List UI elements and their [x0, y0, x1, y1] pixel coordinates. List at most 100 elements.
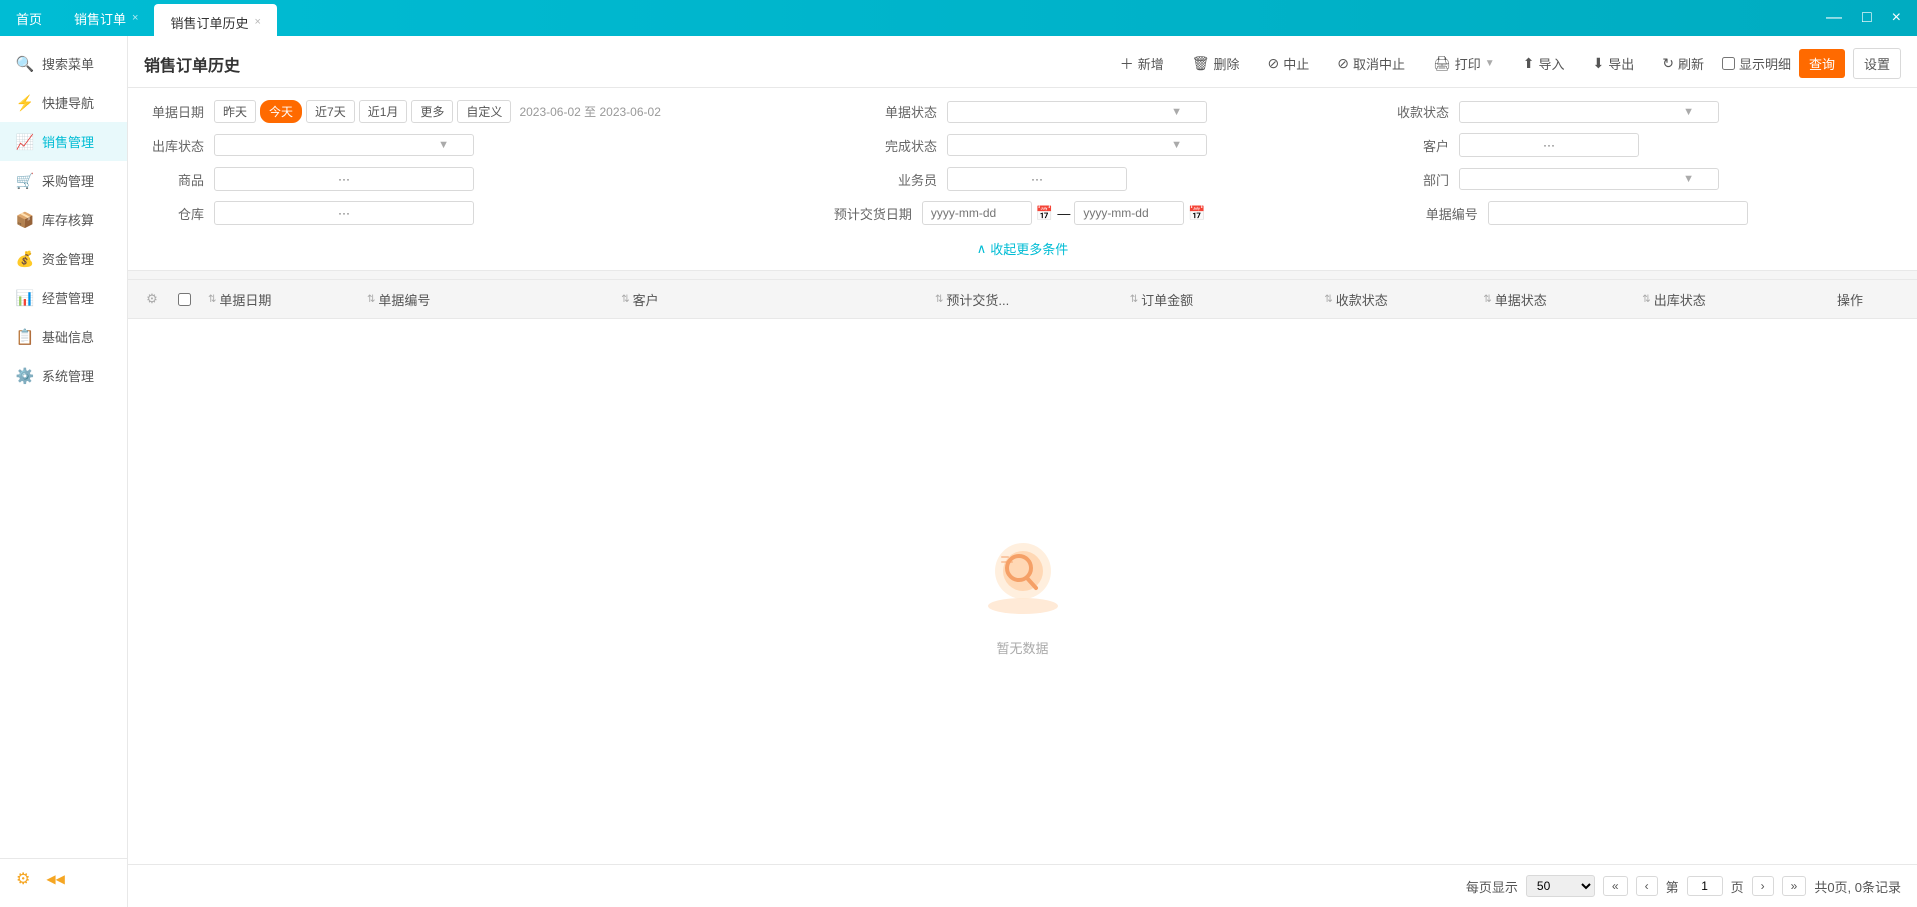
sort-payment-icon: ⇅ — [1324, 294, 1332, 305]
th-delivery-status[interactable]: ⇅ 出库状态 — [1634, 290, 1829, 309]
stop-button[interactable]: ⊘ 中止 — [1258, 49, 1320, 78]
date-btn-custom[interactable]: 自定义 — [457, 100, 511, 123]
last-page-button[interactable]: » — [1782, 876, 1807, 896]
tab-home[interactable]: 首页 — [0, 0, 58, 36]
empty-illustration — [973, 526, 1073, 626]
next-page-button[interactable]: › — [1752, 876, 1774, 896]
customer-select-btn[interactable]: ··· — [1459, 133, 1639, 157]
sidebar-item-basic-info[interactable]: 📋 基础信息 — [0, 317, 127, 356]
th-date[interactable]: ⇅ 单据日期 — [200, 290, 359, 309]
complete-status-select[interactable]: ▼ — [947, 134, 1207, 156]
total-text: 共0页, 0条记录 — [1814, 877, 1901, 896]
page-input[interactable] — [1687, 876, 1723, 896]
settings-button[interactable]: 设置 — [1853, 48, 1901, 79]
page-size-select[interactable]: 50 20 100 — [1526, 875, 1595, 897]
th-date-label: 单据日期 — [219, 290, 271, 309]
sidebar-item-capital-mgmt[interactable]: 💰 资金管理 — [0, 239, 127, 278]
no-data-svg — [973, 526, 1073, 626]
order-status-select[interactable]: ▼ — [947, 101, 1207, 123]
import-label: 导入 — [1538, 54, 1564, 73]
select-all-checkbox[interactable] — [178, 293, 191, 306]
export-button[interactable]: ⬇ 导出 — [1582, 49, 1644, 78]
export-icon: ⬇ — [1592, 55, 1604, 72]
salesman-select-btn[interactable]: ··· — [947, 167, 1127, 191]
first-page-button[interactable]: « — [1603, 876, 1628, 896]
search-menu-icon: 🔍 — [16, 55, 34, 73]
tab-sales-order-history[interactable]: 销售订单历史 × — [154, 4, 276, 40]
date-btn-last1m[interactable]: 近1月 — [359, 100, 408, 123]
prev-page-button[interactable]: ‹ — [1636, 876, 1658, 896]
th-payment[interactable]: ⇅ 收款状态 — [1316, 290, 1475, 309]
toolbar: ＋ 新增 🗑 删除 ⊘ 中止 ⊘ 取消中止 🖨 打印 — [1110, 48, 1901, 79]
sidebar-item-business-mgmt[interactable]: 📊 经营管理 — [0, 278, 127, 317]
th-customer[interactable]: ⇅ 客户 — [613, 290, 927, 309]
th-order-status[interactable]: ⇅ 单据状态 — [1475, 290, 1634, 309]
window-maximize-button[interactable]: □ — [1854, 9, 1880, 27]
delivery-date-control: 📅 — 📅 — [922, 201, 1418, 225]
new-label: 新增 — [1138, 54, 1164, 73]
purchase-mgmt-icon: 🛒 — [16, 172, 34, 190]
stop-label: 中止 — [1283, 54, 1309, 73]
query-button[interactable]: 查询 — [1799, 49, 1845, 78]
tab-list: 首页 销售订单 × 销售订单历史 × — [0, 0, 1818, 36]
collapse-label: 收起更多条件 — [990, 239, 1068, 258]
date-btn-more[interactable]: 更多 — [411, 100, 453, 123]
date-btn-last7[interactable]: 近7天 — [306, 100, 355, 123]
page-unit: 页 — [1731, 877, 1744, 896]
th-payment-label: 收款状态 — [1336, 290, 1388, 309]
warehouse-control: ··· — [214, 201, 834, 225]
date-btn-yesterday[interactable]: 昨天 — [214, 100, 256, 123]
th-amount[interactable]: ⇅ 订单金额 — [1122, 290, 1317, 309]
page-size-label: 每页显示 — [1466, 877, 1518, 896]
sidebar-item-sys-mgmt[interactable]: ⚙️ 系统管理 — [0, 356, 127, 395]
import-button[interactable]: ⬆ 导入 — [1513, 49, 1575, 78]
sidebar-item-quick-nav[interactable]: ⚡ 快捷导航 — [0, 83, 127, 122]
payment-status-select[interactable]: ▼ — [1459, 101, 1719, 123]
goods-control: ··· — [214, 167, 877, 191]
complete-status-control: ▼ — [947, 134, 1389, 156]
cancel-stop-button[interactable]: ⊘ 取消中止 — [1327, 49, 1415, 78]
sort-delivery2-icon: ⇅ — [1642, 294, 1650, 305]
complete-status-arrow: ▼ — [1171, 139, 1182, 151]
collapse-more[interactable]: ∧ 收起更多条件 — [144, 235, 1901, 258]
calendar-end-icon[interactable]: 📅 — [1188, 205, 1205, 222]
sidebar-item-sales-mgmt[interactable]: 📈 销售管理 — [0, 122, 127, 161]
goods-select-btn[interactable]: ··· — [214, 167, 474, 191]
sidebar-item-search-menu[interactable]: 🔍 搜索菜单 — [0, 44, 127, 83]
date-filter-control: 昨天 今天 近7天 近1月 更多 自定义 2023-06-02 至 2023-0… — [214, 100, 877, 123]
date-btn-today[interactable]: 今天 — [260, 100, 302, 123]
date-shortcuts: 昨天 今天 近7天 近1月 更多 自定义 — [214, 100, 511, 123]
collapse-sidebar-icon[interactable]: ◀◀ — [46, 872, 64, 886]
th-delivery[interactable]: ⇅ 预计交货... — [927, 290, 1122, 309]
tab-sales-order-close[interactable]: × — [132, 12, 138, 24]
new-button[interactable]: ＋ 新增 — [1110, 49, 1174, 79]
window-exit-button[interactable]: × — [1884, 9, 1909, 27]
table-settings-btn[interactable]: ⚙ — [136, 291, 168, 307]
sidebar-item-inventory-check[interactable]: 📦 库存核算 — [0, 200, 127, 239]
calendar-start-icon[interactable]: 📅 — [1036, 205, 1053, 222]
delete-button[interactable]: 🗑 删除 — [1182, 49, 1250, 78]
business-mgmt-icon: 📊 — [16, 289, 34, 307]
date-label: 单据日期 — [144, 102, 214, 121]
tab-sales-order-history-close[interactable]: × — [254, 16, 260, 28]
delivery-date-start[interactable] — [922, 201, 1032, 225]
salesman-control: ··· — [947, 167, 1389, 191]
delivery-status-select[interactable]: ▼ — [214, 134, 474, 156]
table-select-all[interactable] — [168, 293, 200, 306]
show-detail-label: 显示明细 — [1739, 54, 1791, 73]
refresh-button[interactable]: ↻ 刷新 — [1652, 49, 1714, 78]
sort-delivery-icon: ⇅ — [935, 294, 943, 305]
settings-bottom-icon[interactable]: ⚙ — [16, 869, 30, 889]
th-num[interactable]: ⇅ 单据编号 — [359, 290, 613, 309]
sidebar-item-purchase-mgmt[interactable]: 🛒 采购管理 — [0, 161, 127, 200]
order-no-input[interactable] — [1488, 201, 1748, 225]
print-button[interactable]: 🖨 打印 ▼ — [1423, 49, 1505, 78]
order-status-control: ▼ — [947, 101, 1389, 123]
warehouse-select-btn[interactable]: ··· — [214, 201, 474, 225]
delivery-date-end[interactable] — [1074, 201, 1184, 225]
tab-sales-order[interactable]: 销售订单 × — [58, 0, 154, 36]
pagination-bar: 每页显示 50 20 100 « ‹ 第 页 › » 共0页, 0条记录 — [128, 864, 1917, 907]
dept-select[interactable]: ▼ — [1459, 168, 1719, 190]
window-close-button[interactable]: — — [1818, 9, 1850, 27]
show-detail-checkbox[interactable] — [1722, 57, 1735, 70]
